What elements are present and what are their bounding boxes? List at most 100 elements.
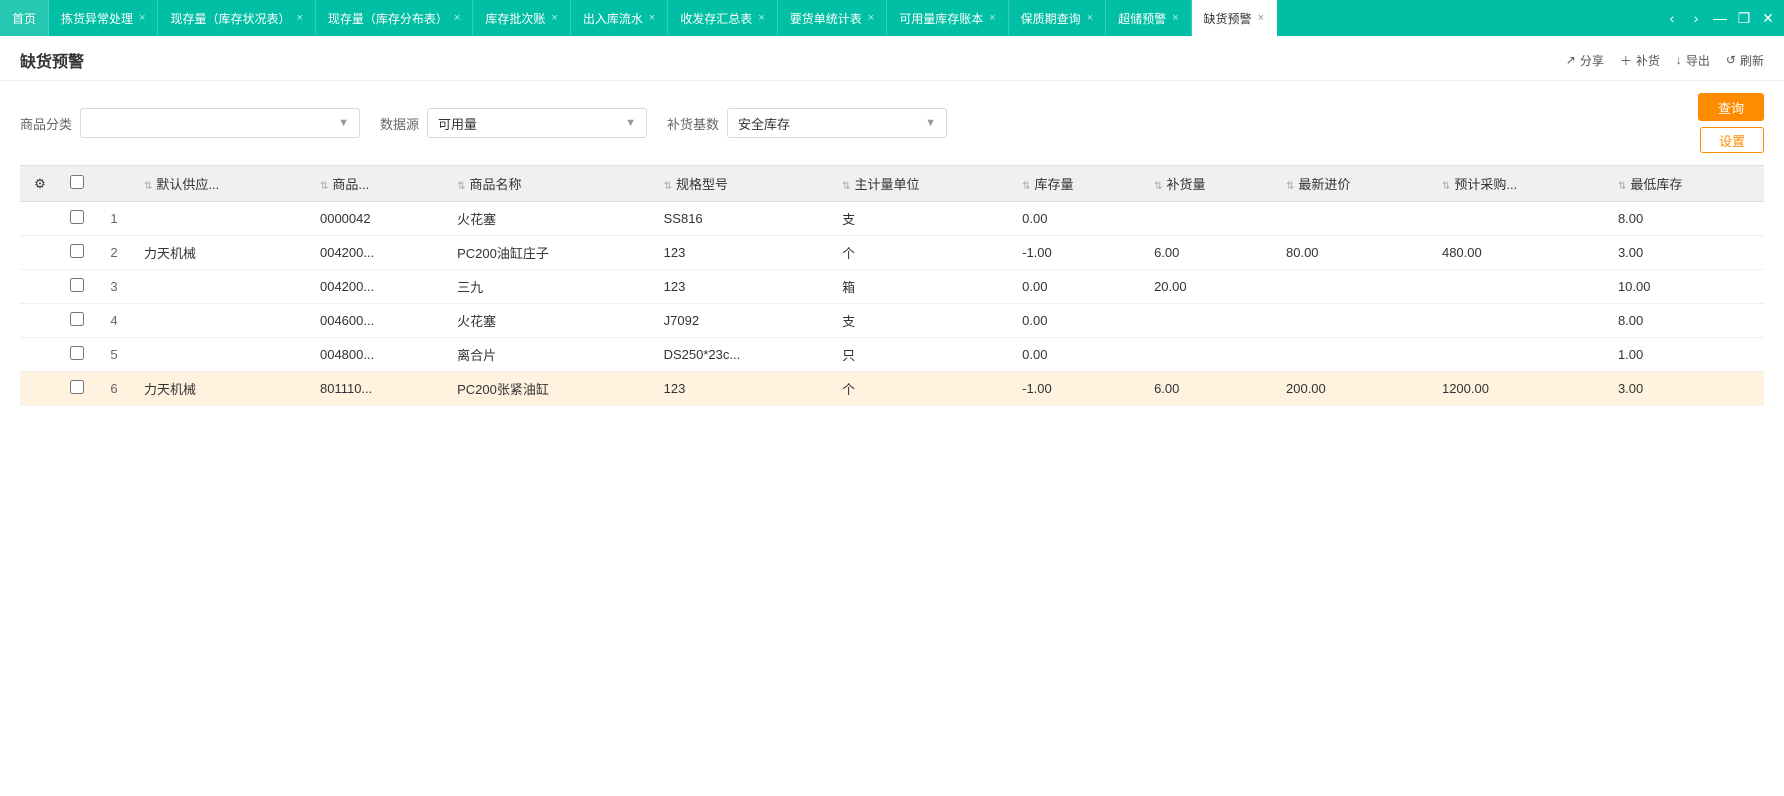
col-stock[interactable]: ⇅库存量 (1012, 166, 1144, 202)
row-unit-2: 箱 (832, 270, 1012, 304)
row-gear-4[interactable] (20, 338, 60, 372)
col-checkbox (60, 166, 94, 202)
row-unit-4: 只 (832, 338, 1012, 372)
query-button[interactable]: 查询 (1698, 93, 1764, 121)
category-select[interactable]: ▼ (80, 108, 360, 138)
table-header-row: ⚙ ⇅默认供应... ⇅商品... ⇅商品名称 ⇅规格型号 ⇅主计量单位 ⇅库存… (20, 166, 1764, 202)
row-stock-5: -1.00 (1012, 372, 1144, 406)
tab-close-4[interactable]: × (551, 12, 557, 24)
row-stock-0: 0.00 (1012, 202, 1144, 236)
tab-close-3[interactable]: × (454, 12, 460, 24)
sort-price-icon: ⇅ (1286, 181, 1294, 192)
category-label: 商品分类 (20, 114, 72, 133)
row-min-stock-5: 3.00 (1608, 372, 1764, 406)
tab-item-1[interactable]: 拣货异常处理× (49, 0, 158, 36)
row-min-stock-4: 1.00 (1608, 338, 1764, 372)
row-gear-5[interactable] (20, 372, 60, 406)
select-all-checkbox[interactable] (70, 175, 84, 189)
row-code-4: 004800... (310, 338, 447, 372)
tab-bar: 首页拣货异常处理×现存量（库存状况表）×现存量（库存分布表）×库存批次账×出入库… (0, 0, 1784, 36)
replenish-base-value: 安全库存 (738, 114, 790, 133)
tab-item-6[interactable]: 收发存汇总表× (668, 0, 777, 36)
row-spec-4: DS250*23c... (654, 338, 833, 372)
tab-item-0[interactable]: 首页 (0, 0, 49, 36)
tab-close-7[interactable]: × (868, 12, 874, 24)
tab-item-10[interactable]: 超储预警× (1106, 0, 1191, 36)
row-check-1[interactable] (70, 244, 84, 258)
window-close[interactable]: ✕ (1756, 6, 1780, 30)
col-est-purchase[interactable]: ⇅预计采购... (1432, 166, 1608, 202)
export-icon: ↓ (1676, 53, 1682, 67)
tab-scroll-right[interactable]: › (1684, 6, 1708, 30)
tab-item-3[interactable]: 现存量（库存分布表）× (316, 0, 473, 36)
tab-scroll-left[interactable]: ‹ (1660, 6, 1684, 30)
col-gear[interactable]: ⚙ (20, 166, 60, 202)
row-gear-1[interactable] (20, 236, 60, 270)
tab-close-2[interactable]: × (296, 12, 302, 24)
col-code[interactable]: ⇅商品... (310, 166, 447, 202)
col-replenish[interactable]: ⇅补货量 (1144, 166, 1276, 202)
filter-actions: 查询 设置 (1698, 93, 1764, 153)
row-gear-0[interactable] (20, 202, 60, 236)
export-button[interactable]: ↓ 导出 (1676, 52, 1710, 69)
row-check-4[interactable] (70, 346, 84, 360)
replenish-base-select[interactable]: 安全库存 ▼ (727, 108, 947, 138)
data-table: ⚙ ⇅默认供应... ⇅商品... ⇅商品名称 ⇅规格型号 ⇅主计量单位 ⇅库存… (20, 165, 1764, 406)
refresh-label: 刷新 (1740, 52, 1764, 69)
row-checkbox-5[interactable] (60, 372, 94, 406)
tab-item-5[interactable]: 出入库流水× (571, 0, 668, 36)
sort-name-icon: ⇅ (457, 181, 465, 192)
row-gear-3[interactable] (20, 304, 60, 338)
tab-close-10[interactable]: × (1172, 12, 1178, 24)
datasource-select[interactable]: 可用量 ▼ (427, 108, 647, 138)
tab-item-4[interactable]: 库存批次账× (473, 0, 570, 36)
col-spec[interactable]: ⇅规格型号 (654, 166, 833, 202)
tab-close-6[interactable]: × (758, 12, 764, 24)
col-name[interactable]: ⇅商品名称 (447, 166, 654, 202)
row-unit-3: 支 (832, 304, 1012, 338)
row-num-5: 6 (94, 372, 134, 406)
row-check-2[interactable] (70, 278, 84, 292)
row-min-stock-2: 10.00 (1608, 270, 1764, 304)
window-restore[interactable]: ❐ (1732, 6, 1756, 30)
row-checkbox-3[interactable] (60, 304, 94, 338)
row-checkbox-4[interactable] (60, 338, 94, 372)
tab-close-9[interactable]: × (1087, 12, 1093, 24)
tab-item-7[interactable]: 要货单统计表× (778, 0, 887, 36)
datasource-arrow-icon: ▼ (625, 117, 636, 129)
row-checkbox-2[interactable] (60, 270, 94, 304)
filter-bar: 商品分类 ▼ 数据源 可用量 ▼ 补货基数 安全库存 ▼ 查询 设置 (0, 81, 1784, 165)
row-check-0[interactable] (70, 210, 84, 224)
refresh-button[interactable]: ↺ 刷新 (1726, 52, 1764, 69)
row-num-2: 3 (94, 270, 134, 304)
row-code-0: 0000042 (310, 202, 447, 236)
col-latest-price[interactable]: ⇅最新进价 (1276, 166, 1432, 202)
tab-item-8[interactable]: 可用量库存账本× (887, 0, 1008, 36)
col-unit[interactable]: ⇅主计量单位 (832, 166, 1012, 202)
tab-label-9: 保质期查询 (1021, 10, 1081, 27)
tab-item-9[interactable]: 保质期查询 × (1009, 0, 1106, 36)
col-min-stock[interactable]: ⇅最低库存 (1608, 166, 1764, 202)
page-header: 缺货预警 ↗ 分享 ＋ 补货 ↓ 导出 ↺ 刷新 (0, 36, 1784, 81)
row-est-purchase-0 (1432, 202, 1608, 236)
sort-spec-icon: ⇅ (664, 181, 672, 192)
row-check-5[interactable] (70, 380, 84, 394)
settings-button[interactable]: 设置 (1700, 127, 1764, 153)
row-check-3[interactable] (70, 312, 84, 326)
replenish-base-arrow-icon: ▼ (925, 117, 936, 129)
replenish-button[interactable]: ＋ 补货 (1620, 52, 1660, 69)
window-minimize[interactable]: — (1708, 6, 1732, 30)
table-row: 1 0000042 火花塞 SS816 支 0.00 8.00 (20, 202, 1764, 236)
tab-item-11[interactable]: 缺货预警× (1192, 0, 1277, 36)
row-checkbox-0[interactable] (60, 202, 94, 236)
share-button[interactable]: ↗ 分享 (1566, 52, 1604, 69)
tab-close-11[interactable]: × (1258, 12, 1264, 24)
row-gear-2[interactable] (20, 270, 60, 304)
tab-close-1[interactable]: × (139, 12, 145, 24)
row-checkbox-1[interactable] (60, 236, 94, 270)
tab-close-8[interactable]: × (989, 12, 995, 24)
col-supplier[interactable]: ⇅默认供应... (134, 166, 310, 202)
tab-close-5[interactable]: × (649, 12, 655, 24)
sort-unit-icon: ⇅ (842, 181, 850, 192)
tab-item-2[interactable]: 现存量（库存状况表）× (158, 0, 315, 36)
